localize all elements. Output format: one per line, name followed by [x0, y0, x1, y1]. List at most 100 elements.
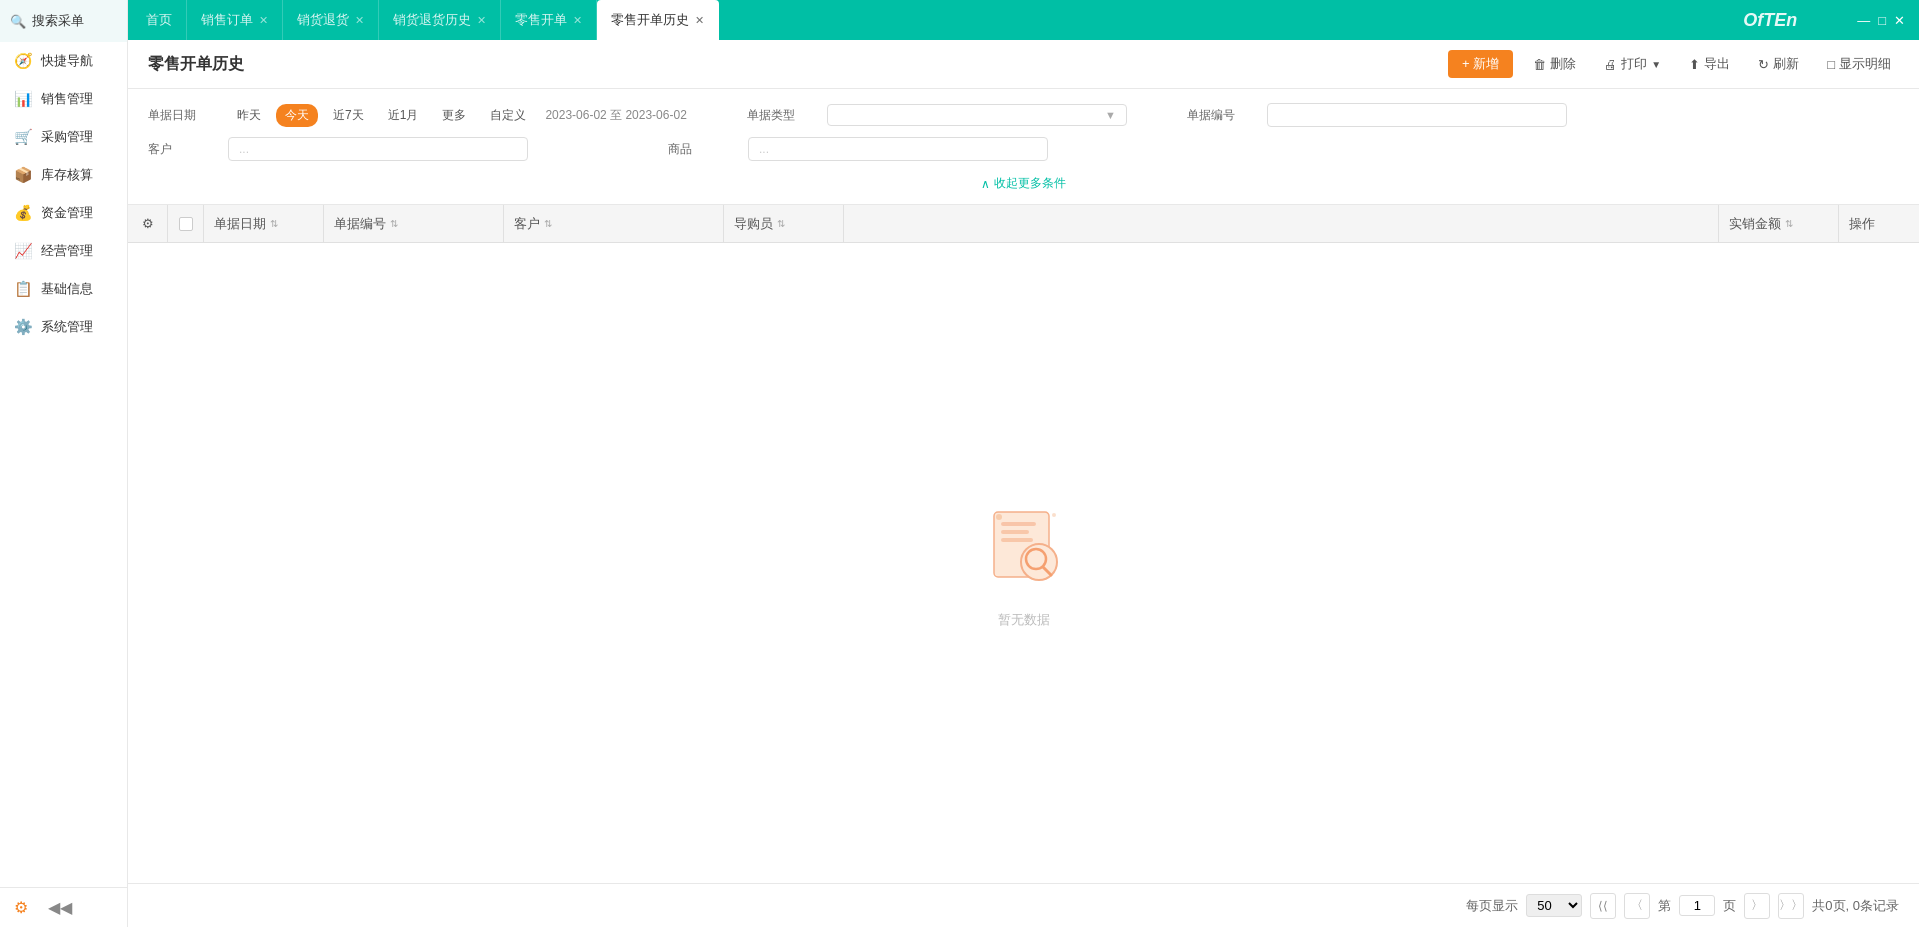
sidebar-item-label: 基础信息	[41, 280, 93, 298]
refresh-label: 刷新	[1773, 55, 1799, 73]
window-min-btn[interactable]: —	[1857, 13, 1870, 28]
sidebar-item-purchase-mgmt[interactable]: 🛒 采购管理	[0, 118, 127, 156]
order-type-select[interactable]: ▼	[827, 104, 1127, 126]
th-customer-sort: ⇅	[544, 218, 552, 229]
refresh-button[interactable]: ↻ 刷新	[1750, 51, 1807, 77]
window-controls: — □ ✕	[1857, 13, 1915, 28]
date-buttons: 昨天 今天 近7天 近1月 更多 自定义 2023-06-02 至 2023-0…	[228, 104, 687, 127]
tab-sales-return[interactable]: 销货退货 ✕	[283, 0, 379, 40]
tab-sales-return-history-label: 销货退货历史	[393, 11, 471, 29]
table-body: 暂无数据	[128, 243, 1919, 883]
goods-placeholder: ...	[759, 142, 769, 156]
sidebar-item-finance[interactable]: 💰 资金管理	[0, 194, 127, 232]
order-no-input[interactable]	[1267, 103, 1567, 127]
add-button-label: + 新增	[1462, 55, 1499, 73]
page-last-btn[interactable]: 〉〉	[1778, 893, 1804, 919]
delete-button[interactable]: 🗑 删除	[1525, 51, 1584, 77]
order-type-dropdown-icon: ▼	[1105, 109, 1116, 121]
page-header: 零售开单历史 + 新增 🗑 删除 🖨 打印 ▼ ⬆ 导出 ↻ 刷新	[128, 40, 1919, 89]
th-date[interactable]: 单据日期 ⇅	[204, 205, 324, 242]
tab-sales-order[interactable]: 销售订单 ✕	[187, 0, 283, 40]
th-check[interactable]	[168, 205, 204, 242]
refresh-icon: ↻	[1758, 57, 1769, 72]
th-guide[interactable]: 导购员 ⇅	[724, 205, 844, 242]
export-button[interactable]: ⬆ 导出	[1681, 51, 1738, 77]
export-icon: ⬆	[1689, 57, 1700, 72]
tab-sales-return-history-close[interactable]: ✕	[477, 14, 486, 27]
th-customer[interactable]: 客户 ⇅	[504, 205, 724, 242]
date-btn-more[interactable]: 更多	[433, 104, 475, 127]
page-prev-btn[interactable]: 〈	[1624, 893, 1650, 919]
th-order-no[interactable]: 单据编号 ⇅	[324, 205, 504, 242]
sidebar-item-operations[interactable]: 📈 经营管理	[0, 232, 127, 270]
select-all-checkbox[interactable]	[179, 217, 193, 231]
print-button[interactable]: 🖨 打印 ▼	[1596, 51, 1669, 77]
tab-retail-history[interactable]: 零售开单历史 ✕	[597, 0, 719, 40]
page-next-btn[interactable]: 〉	[1744, 893, 1770, 919]
tab-sales-order-close[interactable]: ✕	[259, 14, 268, 27]
th-amount-sort: ⇅	[1785, 218, 1793, 229]
tab-sales-return-history[interactable]: 销货退货历史 ✕	[379, 0, 501, 40]
th-amount-label: 实销金额	[1729, 215, 1781, 233]
tab-sales-return-label: 销货退货	[297, 11, 349, 29]
sidebar-item-label: 经营管理	[41, 242, 93, 260]
date-btn-custom[interactable]: 自定义	[481, 104, 535, 127]
date-btn-7days[interactable]: 近7天	[324, 104, 373, 127]
table-header: ⚙ 单据日期 ⇅ 单据编号 ⇅ 客户 ⇅ 导购员 ⇅ 实	[128, 205, 1919, 243]
per-page-select[interactable]: 50 20 100	[1526, 894, 1582, 917]
tab-sales-return-close[interactable]: ✕	[355, 14, 364, 27]
display-detail-button[interactable]: □ 显示明细	[1819, 51, 1899, 77]
collapse-icon: ∧	[981, 177, 990, 191]
th-customer-label: 客户	[514, 215, 540, 233]
date-btn-today[interactable]: 今天	[276, 104, 318, 127]
page-title: 零售开单历史	[148, 54, 244, 75]
th-amount[interactable]: 实销金额 ⇅	[1719, 205, 1839, 242]
date-label: 单据日期	[148, 107, 208, 124]
sidebar-item-basic-info[interactable]: 📋 基础信息	[0, 270, 127, 308]
sidebar-search-label: 搜索采单	[32, 12, 84, 30]
date-range-display: 2023-06-02 至 2023-06-02	[545, 107, 686, 124]
page-number-input[interactable]	[1679, 895, 1715, 916]
sidebar-item-sys-mgmt[interactable]: ⚙️ 系统管理	[0, 308, 127, 346]
sidebar-item-quick-nav[interactable]: 🧭 快捷导航	[0, 42, 127, 80]
page-unit: 页	[1723, 897, 1736, 915]
date-btn-yesterday[interactable]: 昨天	[228, 104, 270, 127]
toolbar: + 新增 🗑 删除 🖨 打印 ▼ ⬆ 导出 ↻ 刷新 □ 显示明细	[1448, 50, 1899, 78]
sidebar-item-inventory[interactable]: 📦 库存核算	[0, 156, 127, 194]
tab-home-label: 首页	[146, 11, 172, 29]
page-first-btn[interactable]: ⟨⟨	[1590, 893, 1616, 919]
collapse-sidebar-icon[interactable]: ◀◀	[48, 898, 72, 917]
main-content: 首页 销售订单 ✕ 销货退货 ✕ 销货退货历史 ✕ 零售开单 ✕ 零售开单历史 …	[128, 0, 1919, 927]
sidebar-item-label: 采购管理	[41, 128, 93, 146]
tab-retail-history-close[interactable]: ✕	[695, 14, 704, 27]
sidebar-footer: ⚙ ◀◀	[0, 887, 127, 927]
collapse-conditions[interactable]: ∧ 收起更多条件	[148, 171, 1899, 196]
th-action: 操作	[1839, 205, 1919, 242]
sidebar-search[interactable]: 🔍 搜索采单	[0, 0, 127, 42]
sidebar-item-sales-mgmt[interactable]: 📊 销售管理	[0, 80, 127, 118]
sidebar-menu: 🧭 快捷导航 📊 销售管理 🛒 采购管理 📦 库存核算 💰 资金管理 📈 经营管…	[0, 42, 127, 887]
tab-home[interactable]: 首页	[132, 0, 187, 40]
window-max-btn[interactable]: □	[1878, 13, 1886, 28]
sys-icon: ⚙️	[14, 318, 33, 336]
th-settings[interactable]: ⚙	[128, 205, 168, 242]
order-no-label: 单据编号	[1187, 107, 1247, 124]
delete-icon: 🗑	[1533, 57, 1546, 72]
inventory-icon: 📦	[14, 166, 33, 184]
pagination: 每页显示 50 20 100 ⟨⟨ 〈 第 页 〉 〉〉 共0页, 0条记录	[128, 883, 1919, 927]
tab-retail-open[interactable]: 零售开单 ✕	[501, 0, 597, 40]
page-total: 共0页, 0条记录	[1812, 897, 1899, 915]
sidebar-item-label: 销售管理	[41, 90, 93, 108]
add-button[interactable]: + 新增	[1448, 50, 1513, 78]
window-close-btn[interactable]: ✕	[1894, 13, 1905, 28]
settings-footer-icon[interactable]: ⚙	[14, 898, 28, 917]
date-btn-1month[interactable]: 近1月	[379, 104, 428, 127]
customer-placeholder: ...	[239, 142, 249, 156]
order-type-label: 单据类型	[747, 107, 807, 124]
per-page-label: 每页显示	[1466, 897, 1518, 915]
goods-input[interactable]: ...	[748, 137, 1048, 161]
sales-icon: 📊	[14, 90, 33, 108]
print-dropdown-icon: ▼	[1651, 59, 1661, 70]
customer-input[interactable]: ...	[228, 137, 528, 161]
tab-retail-open-close[interactable]: ✕	[573, 14, 582, 27]
